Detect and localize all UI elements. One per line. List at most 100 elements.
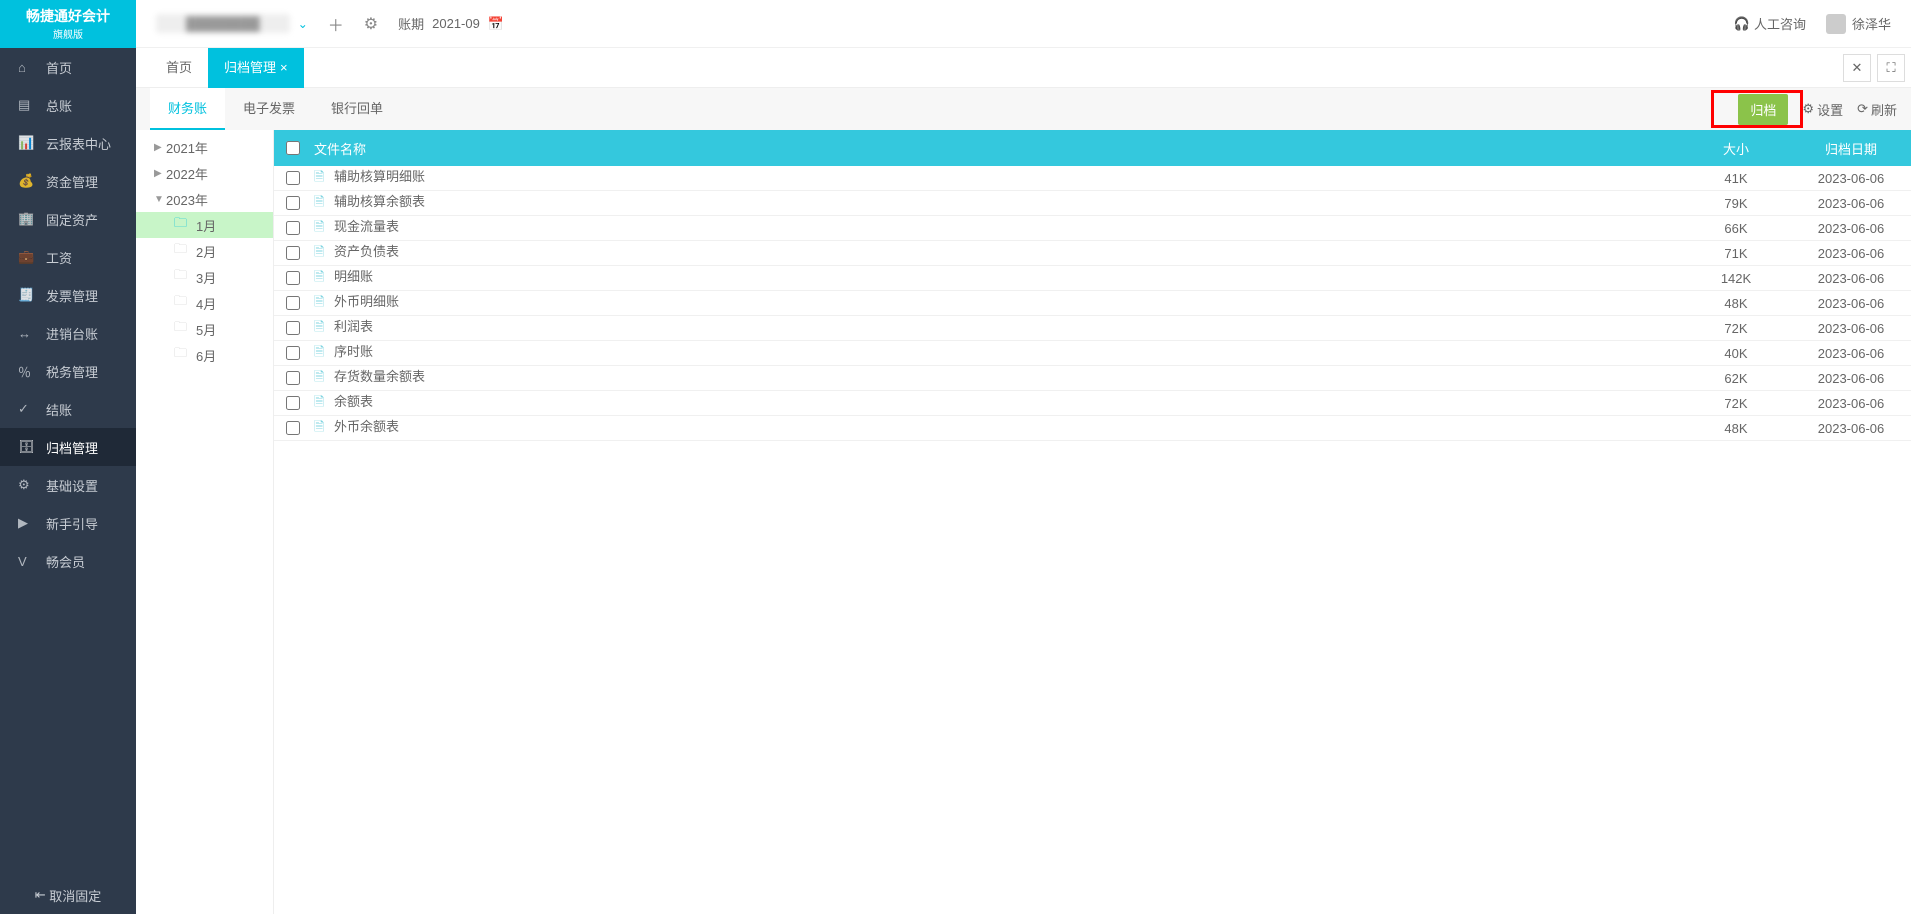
table-row[interactable]: 🗎现金流量表66K2023-06-06 (274, 216, 1911, 241)
row-checkbox[interactable] (286, 321, 300, 335)
logo-subtitle: 旗舰版 (53, 26, 83, 41)
file-name: 现金流量表 (334, 219, 399, 234)
page-tab[interactable]: 归档管理× (208, 48, 304, 88)
org-selector[interactable]: ████████ ⌄ (156, 14, 308, 33)
sub-tab[interactable]: 财务账 (150, 88, 225, 130)
file-size: 40K (1681, 346, 1791, 361)
sidebar-item-member[interactable]: V畅会员 (0, 542, 136, 580)
table-row[interactable]: 🗎辅助核算明细账41K2023-06-06 (274, 166, 1911, 191)
sidebar-item-label: 资金管理 (46, 172, 98, 191)
main: 首页归档管理× ✕ ⛶ 财务账电子发票银行回单 归档 ⚙设置 ⟳刷新 ▶2021… (136, 48, 1911, 914)
ledger-icon: ▤ (18, 97, 36, 113)
sidebar-item-money[interactable]: 💰 资金管理 (0, 162, 136, 200)
row-checkbox[interactable] (286, 296, 300, 310)
gear-icon[interactable]: ⚙ (364, 14, 378, 34)
file-size: 48K (1681, 296, 1791, 311)
table-header: 文件名称 大小 归档日期 (274, 130, 1911, 166)
sidebar-item-invoice[interactable]: 🧾发票管理 (0, 276, 136, 314)
sidebar-item-asset[interactable]: 🏢固定资产 (0, 200, 136, 238)
row-checkbox[interactable] (286, 271, 300, 285)
avatar-icon (1826, 14, 1846, 34)
sidebar-item-settings[interactable]: ⚙基础设置 (0, 466, 136, 504)
sidebar-item-archive[interactable]: 🗄归档管理 (0, 428, 136, 466)
table-row[interactable]: 🗎余额表72K2023-06-06 (274, 391, 1911, 416)
month-label: 4月 (196, 294, 216, 313)
member-icon: V (18, 554, 36, 569)
col-date: 归档日期 (1791, 139, 1911, 158)
calendar-icon[interactable]: 📅 (488, 16, 504, 32)
folder-icon: 🗀 (174, 292, 190, 314)
page-tab-bar: 首页归档管理× ✕ ⛶ (136, 48, 1911, 88)
tree-month[interactable]: 🗀 4月 (136, 290, 273, 316)
row-checkbox[interactable] (286, 196, 300, 210)
row-checkbox[interactable] (286, 221, 300, 235)
sub-tab[interactable]: 电子发票 (225, 88, 313, 130)
table-row[interactable]: 🗎资产负债表71K2023-06-06 (274, 241, 1911, 266)
sidebar-item-label: 结账 (46, 400, 72, 419)
select-all-checkbox[interactable] (286, 141, 300, 155)
archive-date: 2023-06-06 (1791, 271, 1911, 286)
sidebar-item-chart[interactable]: 📊云报表中心 (0, 124, 136, 162)
file-name: 余额表 (334, 394, 373, 409)
tree-month[interactable]: 🗀2月 (136, 238, 273, 264)
table-row[interactable]: 🗎序时账40K2023-06-06 (274, 341, 1911, 366)
archive-date: 2023-06-06 (1791, 421, 1911, 436)
file-size: 66K (1681, 221, 1791, 236)
page-tab[interactable]: 首页 (150, 48, 208, 88)
tree-month[interactable]: 🗀3月 (136, 264, 273, 290)
file-icon: 🗎 (314, 318, 328, 340)
sidebar-unpin[interactable]: ⇤ 取消固定 (0, 876, 136, 914)
refresh-link[interactable]: ⟳刷新 (1857, 100, 1897, 119)
sidebar-item-close[interactable]: ✓结账 (0, 390, 136, 428)
col-size: 大小 (1681, 139, 1791, 158)
row-checkbox[interactable] (286, 246, 300, 260)
settings-icon: ⚙ (18, 477, 36, 493)
sidebar-item-salary[interactable]: 💼工资 (0, 238, 136, 276)
table-row[interactable]: 🗎明细账142K2023-06-06 (274, 266, 1911, 291)
table-row[interactable]: 🗎外币明细账48K2023-06-06 (274, 291, 1911, 316)
tree-year[interactable]: ▼2023年 (136, 186, 273, 212)
sidebar-item-ledger[interactable]: ▤总账 (0, 86, 136, 124)
caret-right-icon: ▶ (154, 142, 166, 153)
table-row[interactable]: 🗎存货数量余额表62K2023-06-06 (274, 366, 1911, 391)
archive-button[interactable]: 归档 (1738, 94, 1788, 125)
tree-month[interactable]: 🗀5月 (136, 316, 273, 342)
money-icon: 💰 (18, 173, 36, 189)
fullscreen-button[interactable]: ⛶ (1877, 54, 1905, 82)
row-checkbox[interactable] (286, 171, 300, 185)
file-icon: 🗎 (314, 268, 328, 290)
file-name: 利润表 (334, 319, 373, 334)
tree-year[interactable]: ▶2022年 (136, 160, 273, 186)
tree-month[interactable]: 🗀6月 (136, 342, 273, 368)
year-label: 2022年 (166, 164, 208, 183)
file-size: 142K (1681, 271, 1791, 286)
close-tab-button[interactable]: ✕ (1843, 54, 1871, 82)
row-checkbox[interactable] (286, 371, 300, 385)
sub-tab[interactable]: 银行回单 (313, 88, 401, 130)
table-row[interactable]: 🗎辅助核算余额表79K2023-06-06 (274, 191, 1911, 216)
row-checkbox[interactable] (286, 346, 300, 360)
sidebar-item-home[interactable]: ⌂首页 (0, 48, 136, 86)
table-row[interactable]: 🗎外币余额表48K2023-06-06 (274, 416, 1911, 441)
sidebar-item-inout[interactable]: ↔进销台账 (0, 314, 136, 352)
add-icon[interactable]: ＋ (328, 12, 344, 36)
settings-link[interactable]: ⚙设置 (1802, 100, 1843, 119)
unpin-icon: ⇤ (35, 887, 46, 903)
row-checkbox[interactable] (286, 396, 300, 410)
file-name: 序时账 (334, 344, 373, 359)
row-checkbox[interactable] (286, 421, 300, 435)
refresh-icon: ⟳ (1857, 101, 1868, 117)
file-size: 48K (1681, 421, 1791, 436)
invoice-icon: 🧾 (18, 287, 36, 303)
sidebar-item-guide[interactable]: ▶新手引导 (0, 504, 136, 542)
tree-year[interactable]: ▶2021年 (136, 134, 273, 160)
close-icon[interactable]: × (280, 60, 288, 75)
folder-icon: 🗀 (174, 214, 190, 236)
user-menu[interactable]: 徐泽华 (1826, 14, 1891, 34)
consult-link[interactable]: 🎧 人工咨询 (1734, 14, 1806, 33)
month-label: 5月 (196, 320, 216, 339)
guide-icon: ▶ (18, 515, 36, 531)
tree-month[interactable]: 🗀1月 (136, 212, 273, 238)
sidebar-item-tax[interactable]: ％税务管理 (0, 352, 136, 390)
table-row[interactable]: 🗎利润表72K2023-06-06 (274, 316, 1911, 341)
